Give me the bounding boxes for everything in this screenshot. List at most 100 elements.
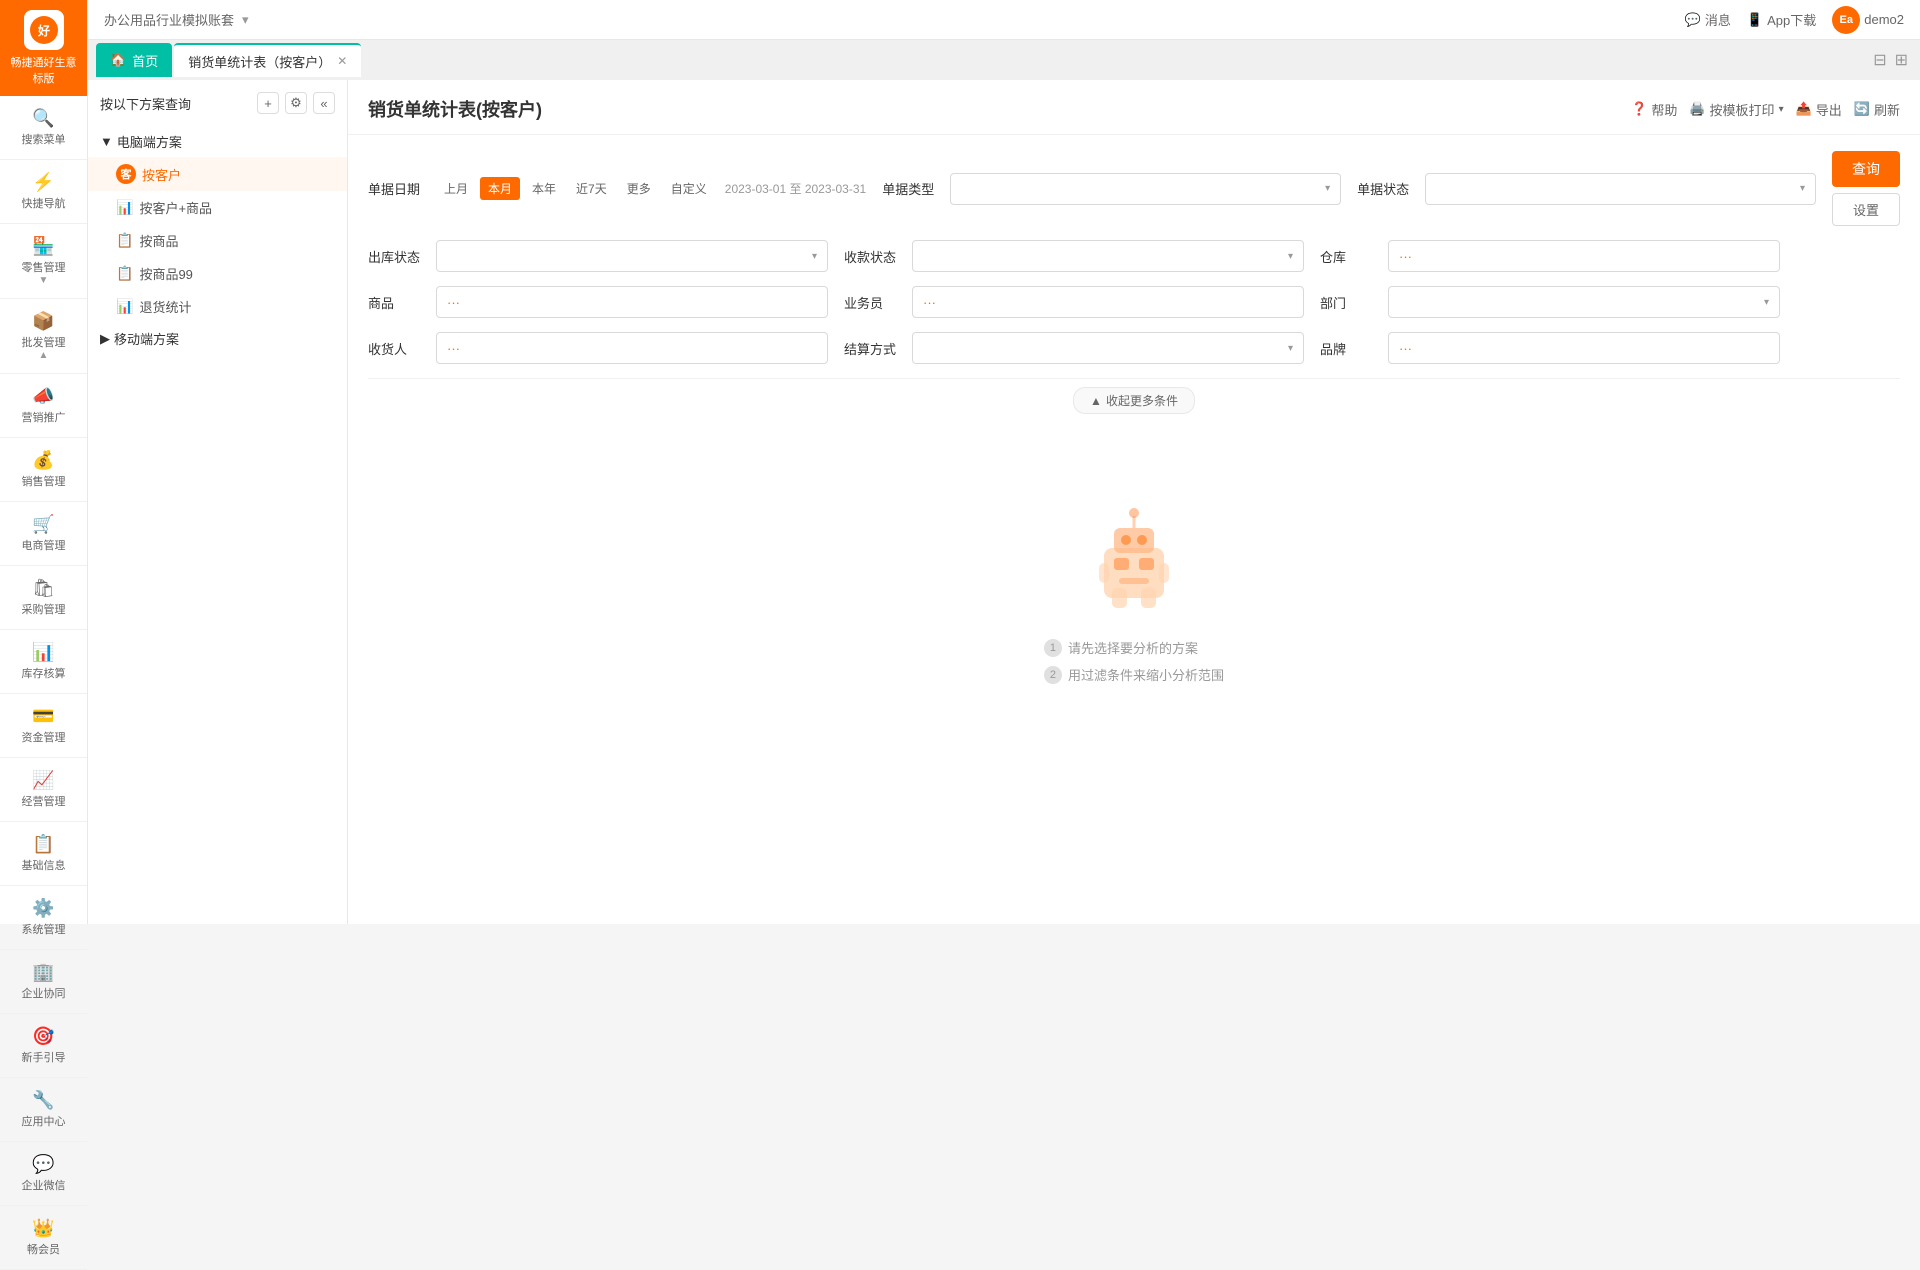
warehouse-input[interactable]: ··· [1388,240,1780,272]
topbar-right: 💬 消息 📱 App下载 Ea demo2 [1685,6,1904,34]
recipient-dots: ··· [447,341,460,356]
avatar: Ea [1832,6,1860,34]
date-opt-custom[interactable]: 自定义 [663,177,715,200]
nav-inventory-label: 库存核算 [22,665,66,681]
logo-subtitle: 标版 [33,70,55,86]
nav-member[interactable]: 👑 畅会员 [0,1206,87,1270]
collapse-panel-btn[interactable]: « [313,92,335,114]
nav-business-label: 经营管理 [22,793,66,809]
date-filter-item: 单据日期 上月 本月 本年 近7天 更多 自定义 2023-03-01 至 20… [368,177,866,200]
topbar: 办公用品行业模拟账套 ▾ 💬 消息 📱 App下载 Ea demo2 [88,0,1920,40]
tab-close-icon[interactable]: ✕ [337,54,347,68]
logo-text: 畅捷通好生意 [11,54,77,70]
salesperson-input[interactable]: ··· [912,286,1304,318]
tip-num-2: 2 [1044,666,1062,684]
nav-purchase[interactable]: 🛍 采购管理 [0,566,87,630]
tree-parent-mobile[interactable]: ▶ 移动端方案 [88,323,347,354]
date-opt-more[interactable]: 更多 [619,177,659,200]
app-download-label: App下载 [1767,10,1816,29]
nav-system[interactable]: ⚙️ 系统管理 [0,886,87,950]
svg-text:好: 好 [36,23,49,38]
export-label: 导出 [1816,100,1842,119]
by-customer-goods-label: 按客户+商品 [139,198,212,217]
nav-newbie[interactable]: 🎯 新手引导 [0,1014,87,1078]
brand-input[interactable]: ··· [1388,332,1780,364]
nav-inventory[interactable]: 📊 库存核算 [0,630,87,694]
nav-business[interactable]: 📈 经营管理 [0,758,87,822]
tree-parent-pc[interactable]: ▼ 电脑端方案 [88,126,347,157]
doc-status-input[interactable]: ▾ [1425,173,1816,205]
help-icon: ❓ [1631,101,1647,117]
left-panel: 按以下方案查询 + ⚙ « ▼ 电脑端方案 客 按客户 [88,80,348,924]
collapse-label: 收起更多条件 [1106,392,1178,409]
query-button[interactable]: 查询 [1832,151,1900,187]
doc-type-arrow: ▾ [1325,183,1330,194]
app-download-btn[interactable]: 📱 App下载 [1747,10,1816,29]
date-opt-this-month[interactable]: 本月 [480,177,520,200]
settlement-input[interactable]: ▾ [912,332,1304,364]
nav-enterprise-label: 企业协同 [22,985,66,1001]
nav-ecommerce[interactable]: 🛒 电商管理 [0,502,87,566]
tab-sales-stat[interactable]: 销货单统计表（按客户） ✕ [174,43,361,77]
empty-illustration [1074,498,1194,618]
nav-quicknav-label: 快捷导航 [22,195,66,211]
right-panel: 销货单统计表(按客户) ❓ 帮助 🖨️ 按模板打印 ▾ 📤 [348,80,1920,924]
salesperson-label: 业务员 [844,293,904,312]
settings-button[interactable]: 设置 [1832,193,1900,226]
tabbar: 🏠 首页 销货单统计表（按客户） ✕ ⊟ ⊞ [88,40,1920,80]
nav-finance[interactable]: 💳 资金管理 [0,694,87,758]
nav-wechat[interactable]: 💬 企业微信 [0,1142,87,1206]
nav-retail[interactable]: 🏪 零售管理 ▼ [0,224,87,299]
tab-maximize-icon[interactable]: ⊞ [1895,50,1908,70]
left-panel-header: 按以下方案查询 + ⚙ « [88,92,347,122]
nav-base[interactable]: 📋 基础信息 [0,822,87,886]
nav-search[interactable]: 🔍 搜索菜单 [0,96,87,160]
by-customer-label: 按客户 [142,165,181,184]
nav-wholesale[interactable]: 📦 批发管理 ▲ [0,299,87,374]
nav-marketing[interactable]: 📣 营销推广 [0,374,87,438]
tab-minimize-icon[interactable]: ⊟ [1873,50,1886,70]
tree-child-by-goods[interactable]: 📋 按商品 [88,224,347,257]
finance-icon: 💳 [32,706,54,727]
user-area[interactable]: Ea demo2 [1832,6,1904,34]
date-opt-this-year[interactable]: 本年 [524,177,564,200]
recipient-input[interactable]: ··· [436,332,828,364]
collapse-conditions-btn[interactable]: ▲ 收起更多条件 [1073,387,1195,414]
content-area: 按以下方案查询 + ⚙ « ▼ 电脑端方案 客 按客户 [88,80,1920,924]
print-btn[interactable]: 🖨️ 按模板打印 ▾ [1689,100,1783,119]
tree-child-by-customer-goods[interactable]: 📊 按客户+商品 [88,191,347,224]
department-input[interactable]: ▾ [1388,286,1780,318]
add-scheme-btn[interactable]: + [257,92,279,114]
topbar-dropdown-icon[interactable]: ▾ [242,12,249,28]
retail-expand-icon: ▼ [39,275,49,286]
payment-status-input[interactable]: ▾ [912,240,1304,272]
payment-status-label: 收款状态 [844,247,904,266]
refresh-btn[interactable]: 🔄 刷新 [1854,100,1900,119]
goods-input[interactable]: ··· [436,286,828,318]
tip-text-2: 用过滤条件来缩小分析范围 [1068,665,1224,684]
doc-type-input[interactable]: ▾ [950,173,1341,205]
date-opt-7days[interactable]: 近7天 [568,177,615,200]
date-opt-last-month[interactable]: 上月 [436,177,476,200]
settlement-filter: 结算方式 ▾ [844,332,1304,364]
export-btn[interactable]: 📤 导出 [1796,100,1842,119]
settlement-label: 结算方式 [844,339,904,358]
out-status-input[interactable]: ▾ [436,240,828,272]
help-btn[interactable]: ❓ 帮助 [1631,100,1677,119]
tree-child-by-goods-99[interactable]: 📋 按商品99 [88,257,347,290]
wechat-icon: 💬 [32,1154,54,1175]
goods-filter: 商品 ··· [368,286,828,318]
print-dropdown-icon: ▾ [1779,104,1784,115]
settings-scheme-btn[interactable]: ⚙ [285,92,307,114]
nav-sales[interactable]: 💰 销售管理 [0,438,87,502]
filter-row-3: 商品 ··· 业务员 ··· 部门 [368,286,1900,318]
logo-area: 好 畅捷通好生意 标版 [0,0,87,96]
tree-child-return-stat[interactable]: 📊 退货统计 [88,290,347,323]
tab-home[interactable]: 🏠 首页 [96,43,172,77]
nav-quicknav[interactable]: ⚡ 快捷导航 [0,160,87,224]
nav-enterprise[interactable]: 🏢 企业协同 [0,950,87,1014]
tip-text-1: 请先选择要分析的方案 [1068,638,1198,657]
tree-child-by-customer[interactable]: 客 按客户 [88,157,347,191]
message-btn[interactable]: 💬 消息 [1685,10,1731,29]
nav-appcenter[interactable]: 🔧 应用中心 [0,1078,87,1142]
